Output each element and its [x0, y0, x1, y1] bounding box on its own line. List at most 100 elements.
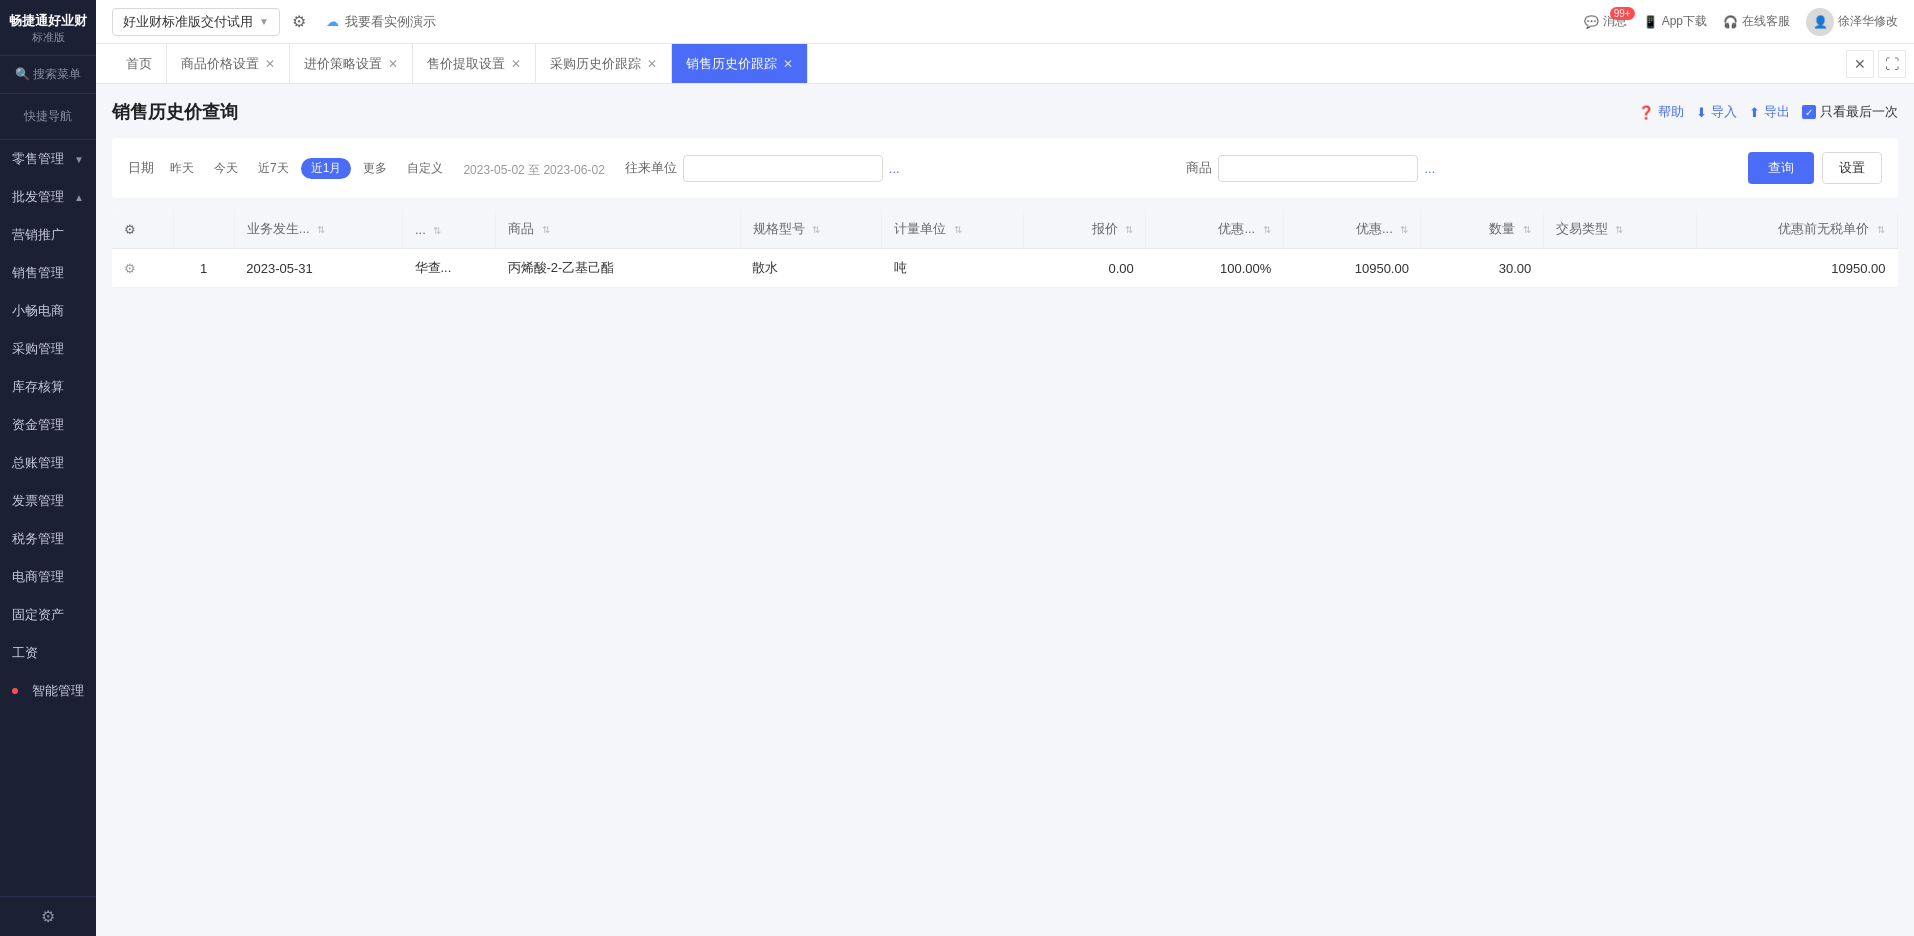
settings-button[interactable]: 设置: [1822, 152, 1882, 184]
sort-icon-more: ⇅: [433, 225, 441, 236]
th-more[interactable]: ... ⇅: [403, 210, 496, 249]
sidebar-item-purchase[interactable]: 采购管理: [0, 330, 96, 368]
tab-sale-price-extract[interactable]: 售价提取设置 ✕: [413, 44, 536, 84]
sidebar-quick-nav[interactable]: 快捷导航: [0, 94, 96, 140]
th-price[interactable]: 报价 ⇅: [1023, 210, 1145, 249]
content-area: 销售历史价查询 ❓ 帮助 ⬇ 导入 ⬆ 导出 只看最后一次: [96, 84, 1914, 936]
sidebar-item-ecommerce[interactable]: 电商管理: [0, 558, 96, 596]
help-link[interactable]: ❓ 帮助: [1638, 103, 1684, 121]
date-option-yesterday[interactable]: 昨天: [162, 158, 202, 179]
sidebar-item-marketing[interactable]: 营销推广: [0, 216, 96, 254]
page-header: 销售历史价查询 ❓ 帮助 ⬇ 导入 ⬆ 导出 只看最后一次: [112, 100, 1898, 124]
th-date[interactable]: 业务发生... ⇅: [234, 210, 402, 249]
th-trans-type[interactable]: 交易类型 ⇅: [1543, 210, 1696, 249]
th-notax-price[interactable]: 优惠前无税单价 ⇅: [1696, 210, 1897, 249]
main-area: 好业财标准版交付试用 ▼ ⚙ ☁ 我要看实例演示 💬 消息 99+ 📱 App下…: [96, 0, 1914, 936]
sidebar-item-ledger[interactable]: 总账管理: [0, 444, 96, 482]
settings-icon[interactable]: ⚙: [41, 908, 55, 925]
page-actions: ❓ 帮助 ⬇ 导入 ⬆ 导出 只看最后一次: [1638, 103, 1898, 121]
sidebar-item-wholesale[interactable]: 批发管理 ▲: [0, 178, 96, 216]
tab-purchase-history[interactable]: 采购历史价跟踪 ✕: [536, 44, 672, 84]
chevron-up-icon: ▲: [74, 192, 84, 203]
th-product[interactable]: 商品 ⇅: [496, 210, 741, 249]
partner-input[interactable]: [683, 155, 883, 182]
date-options: 昨天 今天 近7天 近1月 更多 自定义: [162, 158, 451, 179]
topbar-gear-icon[interactable]: ⚙: [292, 12, 306, 31]
th-gear[interactable]: ⚙: [112, 210, 173, 249]
maximize-tab-action[interactable]: ⛶: [1878, 50, 1906, 78]
app-download-button[interactable]: 📱 App下载: [1643, 13, 1707, 30]
sidebar-item-tax[interactable]: 税务管理: [0, 520, 96, 558]
messages-button[interactable]: 💬 消息 99+: [1584, 13, 1627, 30]
tab-home[interactable]: 首页: [112, 44, 167, 84]
sidebar-bottom: ⚙: [0, 896, 96, 936]
topbar-left: 好业财标准版交付试用 ▼ ⚙ ☁ 我要看实例演示: [112, 8, 1584, 36]
row-unit: 吨: [882, 249, 1024, 288]
partner-more-btn[interactable]: ...: [889, 161, 900, 176]
product-more-btn[interactable]: ...: [1424, 161, 1435, 176]
close-tab-purchase-strategy[interactable]: ✕: [388, 57, 398, 71]
import-icon: ⬇: [1696, 105, 1707, 120]
sidebar-item-ecommerce-small[interactable]: 小畅电商: [0, 292, 96, 330]
tabs-bar: 首页 商品价格设置 ✕ 进价策略设置 ✕ 售价提取设置 ✕ 采购历史价跟踪 ✕ …: [96, 44, 1914, 84]
version-selector-text: 好业财标准版交付试用: [123, 13, 253, 31]
product-input[interactable]: [1218, 155, 1418, 182]
date-range-display: 2023-05-02 至 2023-06-02: [463, 162, 604, 179]
version-selector[interactable]: 好业财标准版交付试用 ▼: [112, 8, 280, 36]
sidebar-item-invoice[interactable]: 发票管理: [0, 482, 96, 520]
table-row[interactable]: ⚙ 1 2023-05-31 华查... 丙烯酸-2-乙基己酯 散水 吨 0.0…: [112, 249, 1898, 288]
sort-icon-date: ⇅: [317, 224, 325, 235]
import-link[interactable]: ⬇ 导入: [1696, 103, 1737, 121]
th-discount1[interactable]: 优惠... ⇅: [1146, 210, 1284, 249]
tab-product-price[interactable]: 商品价格设置 ✕: [167, 44, 290, 84]
app-edition: 标准版: [8, 30, 88, 45]
sort-icon-qty: ⇅: [1523, 224, 1531, 235]
close-tab-sale-price-extract[interactable]: ✕: [511, 57, 521, 71]
date-option-1month[interactable]: 近1月: [301, 158, 352, 179]
date-option-today[interactable]: 今天: [206, 158, 246, 179]
row-qty: 30.00: [1421, 249, 1543, 288]
user-profile-button[interactable]: 👤 徐泽华修改: [1806, 8, 1898, 36]
date-option-custom[interactable]: 自定义: [399, 158, 451, 179]
row-discount1: 100.00%: [1146, 249, 1284, 288]
sidebar-item-smart[interactable]: 智能管理: [0, 672, 96, 710]
tab-purchase-strategy[interactable]: 进价策略设置 ✕: [290, 44, 413, 84]
sidebar-item-inventory[interactable]: 库存核算: [0, 368, 96, 406]
online-service-button[interactable]: 🎧 在线客服: [1723, 13, 1790, 30]
sort-icon-product: ⇅: [542, 224, 550, 235]
close-tab-purchase-history[interactable]: ✕: [647, 57, 657, 71]
dot-indicator: [12, 688, 18, 694]
sidebar-search[interactable]: 🔍 搜索菜单: [0, 56, 96, 94]
sidebar-item-quick-nav[interactable]: 快捷导航: [0, 100, 96, 133]
sidebar-item-retail[interactable]: 零售管理 ▼: [0, 140, 96, 178]
product-filter-label: 商品: [1186, 159, 1212, 177]
date-option-7days[interactable]: 近7天: [250, 158, 297, 179]
sidebar-item-finance[interactable]: 资金管理: [0, 406, 96, 444]
close-tab-action[interactable]: ✕: [1846, 50, 1874, 78]
demo-button[interactable]: ☁ 我要看实例演示: [314, 13, 448, 31]
close-tab-sale-history[interactable]: ✕: [783, 57, 793, 71]
close-tab-product-price[interactable]: ✕: [265, 57, 275, 71]
th-spec[interactable]: 规格型号 ⇅: [740, 210, 882, 249]
export-link[interactable]: ⬆ 导出: [1749, 103, 1790, 121]
th-discount2[interactable]: 优惠... ⇅: [1283, 210, 1421, 249]
phone-icon: 📱: [1643, 15, 1658, 29]
app-download-label: App下载: [1662, 13, 1707, 30]
row-trans-type: [1543, 249, 1696, 288]
date-option-more[interactable]: 更多: [355, 158, 395, 179]
only-last-checkbox[interactable]: 只看最后一次: [1802, 103, 1898, 121]
th-unit[interactable]: 计量单位 ⇅: [882, 210, 1024, 249]
sort-icon-discount1: ⇅: [1263, 224, 1271, 235]
cloud-icon: ☁: [326, 14, 339, 29]
sidebar-item-assets[interactable]: 固定资产: [0, 596, 96, 634]
row-gear[interactable]: ⚙: [112, 249, 173, 288]
app-name: 畅捷通好业财: [8, 12, 88, 30]
tabs-bar-actions: ✕ ⛶: [1846, 50, 1914, 78]
sidebar-item-sales[interactable]: 销售管理: [0, 254, 96, 292]
tab-sale-history[interactable]: 销售历史价跟踪 ✕: [672, 44, 808, 84]
sidebar-item-salary[interactable]: 工资: [0, 634, 96, 672]
user-name: 徐泽华修改: [1838, 13, 1898, 30]
query-button[interactable]: 查询: [1748, 152, 1814, 184]
avatar: 👤: [1806, 8, 1834, 36]
th-qty[interactable]: 数量 ⇅: [1421, 210, 1543, 249]
